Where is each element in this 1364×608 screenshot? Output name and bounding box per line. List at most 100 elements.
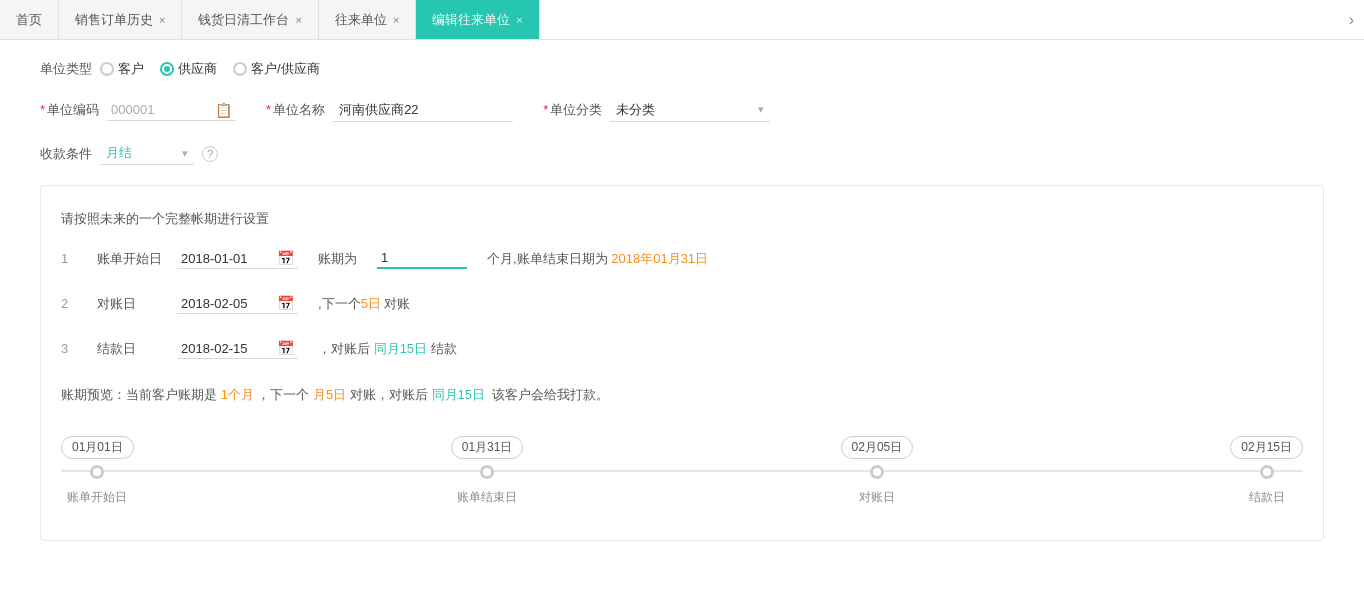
- step-label-3: 结款日: [97, 340, 157, 358]
- step-label-1: 账单开始日: [97, 250, 157, 268]
- step-row-2: 2 对账日 📅 ,下一个5日 对账: [61, 293, 1303, 314]
- tab-edit-partner[interactable]: 编辑往来单位 ×: [416, 0, 539, 39]
- timeline-badge-0: 01月01日: [61, 436, 134, 459]
- timeline-points: 01月01日 账单开始日 01月31日 账单结束日 02月05日: [61, 436, 1303, 506]
- start-date-calendar-icon[interactable]: 📅: [277, 250, 294, 266]
- radio-supplier[interactable]: 供应商: [160, 60, 217, 78]
- payment-terms-label: 收款条件: [40, 145, 92, 163]
- unit-info-row: *单位编码 📋 *单位名称 *单位分类 未分类 ▾: [40, 98, 1324, 122]
- unit-type-row: 单位类型 客户 供应商 客户/供应商: [40, 60, 1324, 78]
- step-label-2: 对账日: [97, 295, 157, 313]
- unit-code-input[interactable]: [111, 102, 211, 117]
- timeline-dot-0: [90, 465, 104, 479]
- tab-expand-icon[interactable]: ›: [1339, 0, 1364, 39]
- billing-cycle-panel: 请按照未来的一个完整帐期进行设置 1 账单开始日 📅 账期为 个月,账单结束日期…: [40, 185, 1324, 541]
- tab-cash-close-icon[interactable]: ×: [295, 14, 301, 26]
- payment-terms-field: 收款条件 月结 ▾ ?: [40, 142, 218, 165]
- end-date-highlight: 2018年01月31日: [611, 251, 708, 266]
- radio-customer-label: 客户: [118, 60, 144, 78]
- preview-mid1: ，下一个: [257, 387, 309, 402]
- tab-cash-label: 钱货日清工作台: [198, 11, 289, 29]
- step2-orange-text: 5日: [361, 296, 381, 311]
- tab-sales-close-icon[interactable]: ×: [159, 14, 165, 26]
- timeline-label-2: 对账日: [859, 489, 895, 506]
- timeline-label-0: 账单开始日: [67, 489, 127, 506]
- unit-name-field: *单位名称: [266, 98, 513, 122]
- step-num-3: 3: [61, 341, 77, 356]
- tab-home-label: 首页: [16, 11, 42, 29]
- step-num-1: 1: [61, 251, 77, 266]
- timeline-badge-2: 02月05日: [841, 436, 914, 459]
- unit-code-input-wrap: 📋: [107, 100, 236, 121]
- preview-prefix: 账期预览：当前客户账期是: [61, 387, 217, 402]
- timeline-dot-2: [870, 465, 884, 479]
- tab-home[interactable]: 首页: [0, 0, 59, 39]
- tab-edit-partner-close-icon[interactable]: ×: [516, 14, 522, 26]
- preview-orange1: 1个月: [221, 387, 254, 402]
- timeline-dot-1: [480, 465, 494, 479]
- unit-category-value: 未分类: [616, 101, 655, 119]
- radio-customer-circle: [100, 62, 114, 76]
- unit-category-field: *单位分类 未分类 ▾: [543, 99, 770, 122]
- preview-teal: 同月15日: [432, 387, 485, 402]
- radio-customer[interactable]: 客户: [100, 60, 144, 78]
- category-chevron-icon: ▾: [758, 103, 764, 116]
- help-icon[interactable]: ?: [202, 146, 218, 162]
- timeline-dot-inner-1: [483, 468, 491, 476]
- tab-partner[interactable]: 往来单位 ×: [319, 0, 416, 39]
- tab-sales-label: 销售订单历史: [75, 11, 153, 29]
- tab-sales-order-history[interactable]: 销售订单历史 ×: [59, 0, 182, 39]
- unit-type-field: 单位类型 客户 供应商 客户/供应商: [40, 60, 320, 78]
- tab-cash-work[interactable]: 钱货日清工作台 ×: [182, 0, 318, 39]
- tab-partner-label: 往来单位: [335, 11, 387, 29]
- main-content: 单位类型 客户 供应商 客户/供应商 *单位编码: [0, 40, 1364, 608]
- tab-bar: 首页 销售订单历史 × 钱货日清工作台 × 往来单位 × 编辑往来单位 × ›: [0, 0, 1364, 40]
- tab-edit-partner-label: 编辑往来单位: [432, 11, 510, 29]
- payment-terms-value: 月结: [106, 144, 132, 162]
- unit-code-field: *单位编码 📋: [40, 100, 236, 121]
- step2-suffix: ,下一个5日 对账: [318, 295, 410, 313]
- unit-category-label: *单位分类: [543, 101, 602, 119]
- period-suffix-after: 个月,账单结束日期为 2018年01月31日: [487, 250, 708, 268]
- timeline-badge-1: 01月31日: [451, 436, 524, 459]
- reconcile-date-input-wrap: 📅: [177, 293, 298, 314]
- step-row-1: 1 账单开始日 📅 账期为 个月,账单结束日期为 2018年01月31日: [61, 248, 1303, 269]
- timeline-label-1: 账单结束日: [457, 489, 517, 506]
- timeline-point-3: 02月15日 结款日: [1230, 436, 1303, 506]
- timeline-badge-3: 02月15日: [1230, 436, 1303, 459]
- reconcile-date-input[interactable]: [181, 296, 271, 311]
- radio-supplier-circle: [160, 62, 174, 76]
- preview-mid2: 对账，对账后: [350, 387, 428, 402]
- period-input[interactable]: [377, 248, 467, 269]
- reconcile-date-calendar-icon[interactable]: 📅: [277, 295, 294, 311]
- unit-name-input[interactable]: [333, 98, 513, 122]
- timeline-point-2: 02月05日 对账日: [841, 436, 914, 506]
- payment-terms-row: 收款条件 月结 ▾ ?: [40, 142, 1324, 165]
- payment-date-calendar-icon[interactable]: 📅: [277, 340, 294, 356]
- preview-text: 账期预览：当前客户账期是 1个月 ，下一个 月5日 对账，对账后 同月15日 该…: [61, 383, 1303, 406]
- unit-type-radio-group: 客户 供应商 客户/供应商: [100, 60, 320, 78]
- step-row-3: 3 结款日 📅 ，对账后 同月15日 结款: [61, 338, 1303, 359]
- unit-type-label: 单位类型: [40, 60, 92, 78]
- timeline: 01月01日 账单开始日 01月31日 账单结束日 02月05日: [61, 426, 1303, 516]
- timeline-label-3: 结款日: [1249, 489, 1285, 506]
- step3-teal-text: 同月15日: [374, 341, 427, 356]
- radio-both[interactable]: 客户/供应商: [233, 60, 320, 78]
- step3-suffix: ，对账后 同月15日 结款: [318, 340, 457, 358]
- payment-terms-dropdown[interactable]: 月结 ▾: [100, 142, 194, 165]
- tab-partner-close-icon[interactable]: ×: [393, 14, 399, 26]
- timeline-dot-inner-3: [1263, 468, 1271, 476]
- timeline-point-0: 01月01日 账单开始日: [61, 436, 134, 506]
- unit-category-dropdown[interactable]: 未分类 ▾: [610, 99, 770, 122]
- payment-date-input-wrap: 📅: [177, 338, 298, 359]
- unit-name-label: *单位名称: [266, 101, 325, 119]
- preview-orange2: 月5日: [313, 387, 346, 402]
- copy-icon[interactable]: 📋: [215, 102, 232, 118]
- panel-description: 请按照未来的一个完整帐期进行设置: [61, 210, 1303, 228]
- timeline-dot-3: [1260, 465, 1274, 479]
- payment-terms-chevron-icon: ▾: [182, 147, 188, 160]
- radio-both-circle: [233, 62, 247, 76]
- unit-code-label: *单位编码: [40, 101, 99, 119]
- start-date-input[interactable]: [181, 251, 271, 266]
- payment-date-input[interactable]: [181, 341, 271, 356]
